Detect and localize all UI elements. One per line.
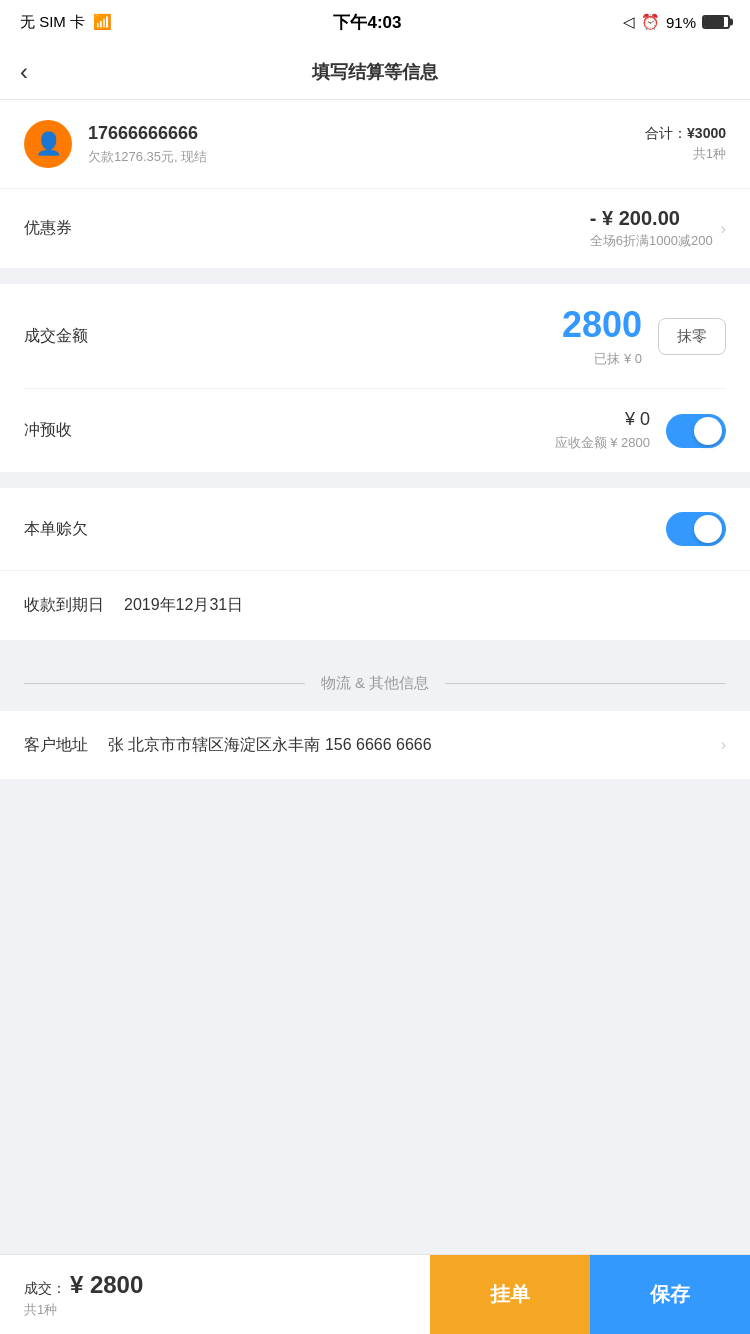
page-title: 填写结算等信息 — [312, 60, 438, 84]
bottom-spacer — [0, 779, 750, 959]
coupon-row[interactable]: 优惠券 - ¥ 200.00 全场6折满1000减200 › — [0, 189, 750, 268]
deal-amount-right: 2800 已抹 ¥ 0 抹零 — [562, 304, 726, 368]
debt-label: 本单赊欠 — [24, 519, 88, 540]
footer-count: 共1种 — [24, 1301, 406, 1319]
deal-amount-value: 2800 — [562, 304, 642, 346]
prepay-row: 冲预收 ¥ 0 应收金额 ¥ 2800 — [24, 389, 726, 472]
logistics-line-left — [24, 683, 305, 684]
debt-section: 本单赊欠 — [0, 488, 750, 570]
due-date-section: 收款到期日 2019年12月31日 — [0, 570, 750, 640]
user-left: 👤 17666666666 欠款1276.35元, 现结 — [24, 120, 207, 168]
deal-amount-row: 成交金额 2800 已抹 ¥ 0 抹零 — [24, 284, 726, 389]
logistics-label: 物流 & 其他信息 — [321, 674, 429, 693]
address-row[interactable]: 客户地址 张 北京市市辖区海淀区永丰南 156 6666 6666 › — [24, 711, 726, 779]
prepay-right: ¥ 0 应收金额 ¥ 2800 — [555, 409, 726, 452]
hold-button[interactable]: 挂单 — [430, 1255, 590, 1335]
footer-deal-label: 成交： ¥ 2800 — [24, 1271, 406, 1299]
section-divider-2 — [0, 472, 750, 488]
logistics-line-right — [445, 683, 726, 684]
prepay-sub: 应收金额 ¥ 2800 — [555, 434, 650, 452]
nav-bar: ‹ 填写结算等信息 — [0, 44, 750, 100]
save-button[interactable]: 保存 — [590, 1255, 750, 1335]
item-count: 共1种 — [645, 145, 726, 163]
status-time: 下午4:03 — [333, 11, 401, 34]
toggle-knob — [694, 417, 722, 445]
round-button[interactable]: 抹零 — [658, 318, 726, 355]
prepay-toggle[interactable] — [666, 414, 726, 448]
avatar-icon: 👤 — [35, 131, 62, 157]
status-right: ◁ ⏰ 91% — [623, 13, 730, 31]
status-left: 无 SIM 卡 📶 — [20, 13, 112, 32]
location-icon: ◁ — [623, 13, 635, 31]
user-sub-text: 欠款1276.35元, 现结 — [88, 148, 207, 166]
due-date-label: 收款到期日 — [24, 595, 104, 616]
coupon-amount: - ¥ 200.00 — [590, 207, 713, 230]
battery-text: 91% — [666, 14, 696, 31]
prepay-amount: ¥ 0 — [555, 409, 650, 430]
clock-icon: ⏰ — [641, 13, 660, 31]
avatar: 👤 — [24, 120, 72, 168]
prepay-amount-area: ¥ 0 应收金额 ¥ 2800 — [555, 409, 650, 452]
status-bar: 无 SIM 卡 📶 下午4:03 ◁ ⏰ 91% — [0, 0, 750, 44]
coupon-label: 优惠券 — [24, 218, 72, 239]
deal-amount-label: 成交金额 — [24, 326, 88, 347]
coupon-desc: 全场6折满1000减200 — [590, 232, 713, 250]
logistics-header: 物流 & 其他信息 — [0, 656, 750, 711]
footer-amount: ¥ 2800 — [70, 1271, 143, 1298]
user-phone: 17666666666 — [88, 123, 207, 144]
prepay-label: 冲预收 — [24, 420, 72, 441]
address-section: 客户地址 张 北京市市辖区海淀区永丰南 156 6666 6666 › — [0, 711, 750, 779]
no-sim-text: 无 SIM 卡 — [20, 13, 85, 32]
user-info: 17666666666 欠款1276.35元, 现结 — [88, 123, 207, 166]
section-divider-3 — [0, 640, 750, 656]
user-card: 👤 17666666666 欠款1276.35元, 现结 合计：¥3000 共1… — [0, 100, 750, 188]
footer-info: 成交： ¥ 2800 共1种 — [0, 1271, 430, 1319]
user-total: 合计：¥3000 共1种 — [645, 125, 726, 163]
deal-section: 成交金额 2800 已抹 ¥ 0 抹零 冲预收 ¥ 0 应收金额 ¥ 2800 — [0, 284, 750, 472]
debt-toggle[interactable] — [666, 512, 726, 546]
total-label: 合计：¥3000 — [645, 125, 726, 143]
due-date-row: 收款到期日 2019年12月31日 — [24, 571, 726, 640]
debt-row: 本单赊欠 — [24, 488, 726, 570]
back-button[interactable]: ‹ — [20, 50, 36, 94]
wifi-icon: 📶 — [93, 13, 112, 31]
address-arrow-icon: › — [721, 736, 726, 754]
due-date-value: 2019年12月31日 — [124, 595, 243, 616]
battery-icon — [702, 15, 730, 29]
address-value: 张 北京市市辖区海淀区永丰南 156 6666 6666 — [108, 733, 713, 757]
footer: 成交： ¥ 2800 共1种 挂单 保存 — [0, 1254, 750, 1334]
address-label: 客户地址 — [24, 735, 88, 756]
debt-toggle-knob — [694, 515, 722, 543]
section-divider-1 — [0, 268, 750, 284]
coupon-arrow-icon: › — [721, 220, 726, 238]
coupon-right: - ¥ 200.00 全场6折满1000减200 › — [590, 207, 726, 250]
deal-amount-sub: 已抹 ¥ 0 — [562, 350, 642, 368]
